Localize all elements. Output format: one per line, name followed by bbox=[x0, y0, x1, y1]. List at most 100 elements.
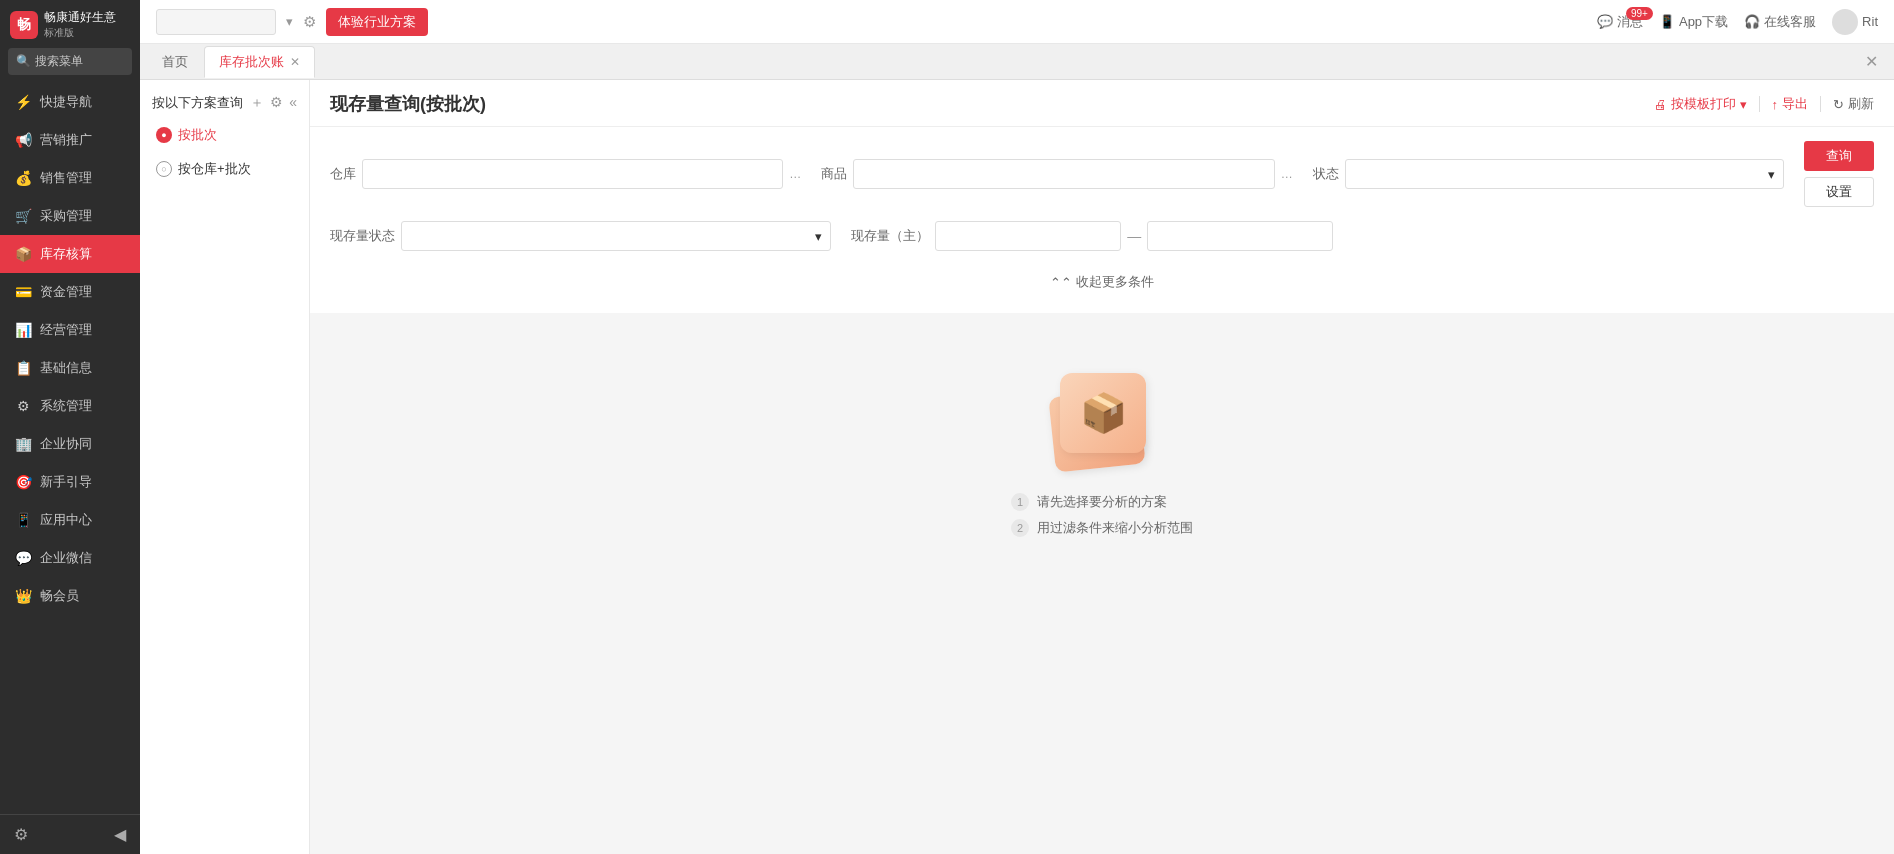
sidebar-footer: ⚙ ◀ bbox=[0, 814, 140, 854]
empty-state: 📦 1 请先选择要分析的方案 2 用过滤条件来缩小分析范围 bbox=[310, 313, 1894, 577]
warehouse-input[interactable] bbox=[362, 159, 783, 189]
filter-status: 状态 ▾ bbox=[1313, 159, 1784, 189]
page-header: 现存量查询(按批次) 🖨 按模板打印 ▾ ↑ 导出 ↻ 刷 bbox=[310, 80, 1894, 127]
goods-input[interactable] bbox=[853, 159, 1274, 189]
scheme-item-batch[interactable]: ● 按批次 bbox=[140, 118, 309, 152]
sidebar-item-label: 系统管理 bbox=[40, 397, 92, 415]
sidebar-item-marketing[interactable]: 📢 营销推广 bbox=[0, 121, 140, 159]
sidebar-item-newbie[interactable]: 🎯 新手引导 bbox=[0, 463, 140, 501]
sidebar-item-label: 资金管理 bbox=[40, 283, 92, 301]
empty-tip-2: 2 用过滤条件来缩小分析范围 bbox=[1011, 519, 1193, 537]
sidebar-item-operations[interactable]: 📊 经营管理 bbox=[0, 311, 140, 349]
sidebar-item-label: 采购管理 bbox=[40, 207, 92, 225]
sidebar-item-wechat[interactable]: 💬 企业微信 bbox=[0, 539, 140, 577]
empty-tip-1: 1 请先选择要分析的方案 bbox=[1011, 493, 1193, 511]
user-name: Rit bbox=[1862, 14, 1878, 29]
user-menu[interactable]: Rit bbox=[1832, 9, 1878, 35]
sidebar-item-member[interactable]: 👑 畅会员 bbox=[0, 577, 140, 615]
app-download-icon: 📱 bbox=[1659, 14, 1675, 29]
tab-close-icon[interactable]: ✕ bbox=[290, 56, 300, 68]
refresh-btn[interactable]: ↻ 刷新 bbox=[1833, 95, 1874, 113]
right-main: 现存量查询(按批次) 🖨 按模板打印 ▾ ↑ 导出 ↻ 刷 bbox=[310, 80, 1894, 854]
collapse-scheme-btn[interactable]: « bbox=[289, 94, 297, 112]
sidebar-item-enterprise[interactable]: 🏢 企业协同 bbox=[0, 425, 140, 463]
inventory-status-dropdown-icon: ▾ bbox=[815, 229, 822, 244]
filter-inventory-status: 现存量状态 ▾ bbox=[330, 221, 831, 251]
brand-info: 畅康通好生意 标准版 bbox=[44, 10, 116, 40]
online-service-label: 在线客服 bbox=[1764, 13, 1816, 31]
brand-name: 畅康通好生意 bbox=[44, 10, 116, 26]
sidebar-item-quick-nav[interactable]: ⚡ 快捷导航 bbox=[0, 83, 140, 121]
sidebar-item-label: 快捷导航 bbox=[40, 93, 92, 111]
status-select[interactable]: ▾ bbox=[1345, 159, 1784, 189]
inventory-status-select[interactable]: ▾ bbox=[401, 221, 831, 251]
sidebar-item-sales[interactable]: 💰 销售管理 bbox=[0, 159, 140, 197]
status-dropdown-icon: ▾ bbox=[1768, 167, 1775, 182]
messages-btn[interactable]: 💬 消息 99+ bbox=[1597, 13, 1643, 31]
add-scheme-btn[interactable]: ＋ bbox=[250, 94, 264, 112]
message-icon: 💬 bbox=[1597, 14, 1613, 29]
message-count: 99+ bbox=[1626, 7, 1653, 20]
app-logo: 畅 bbox=[10, 11, 38, 39]
tip-text-2: 用过滤条件来缩小分析范围 bbox=[1037, 519, 1193, 537]
collapse-more-label: 收起更多条件 bbox=[1076, 273, 1154, 291]
inventory-qty-min[interactable] bbox=[935, 221, 1121, 251]
sidebar-item-basic[interactable]: 📋 基础信息 bbox=[0, 349, 140, 387]
sidebar-item-purchase[interactable]: 🛒 采购管理 bbox=[0, 197, 140, 235]
sidebar-item-label: 新手引导 bbox=[40, 473, 92, 491]
refresh-label: 刷新 bbox=[1848, 95, 1874, 113]
tab-inventory-batch[interactable]: 库存批次账 ✕ bbox=[204, 46, 315, 78]
member-icon: 👑 bbox=[14, 587, 32, 605]
settings-btn[interactable]: 设置 bbox=[1804, 177, 1874, 207]
operations-icon: 📊 bbox=[14, 321, 32, 339]
print-btn[interactable]: 🖨 按模板打印 ▾ bbox=[1654, 95, 1747, 113]
filter-row-2: 现存量状态 ▾ 现存量（主） — bbox=[330, 221, 1874, 251]
warehouse-more-btn[interactable]: … bbox=[789, 167, 801, 181]
wechat-icon: 💬 bbox=[14, 549, 32, 567]
tabbar: 首页 库存批次账 ✕ ✕ bbox=[140, 44, 1894, 80]
collapse-up-icon: ⌃⌃ bbox=[1050, 275, 1072, 290]
tab-home[interactable]: 首页 bbox=[148, 46, 202, 78]
topbar-search-bar[interactable] bbox=[156, 9, 276, 35]
collapse-more-btn[interactable]: ⌃⌃ 收起更多条件 bbox=[330, 265, 1874, 299]
inventory-qty-max[interactable] bbox=[1147, 221, 1333, 251]
tip-text-1: 请先选择要分析的方案 bbox=[1037, 493, 1167, 511]
query-btn[interactable]: 查询 bbox=[1804, 141, 1874, 171]
app-download-btn[interactable]: 📱 App下载 bbox=[1659, 13, 1728, 31]
filter-row-1: 仓库 … 商品 … 状态 ▾ bbox=[330, 141, 1874, 207]
scheme-item-warehouse-batch[interactable]: ○ 按仓库+批次 bbox=[140, 152, 309, 186]
filter-actions: 查询 设置 bbox=[1804, 141, 1874, 207]
online-service-btn[interactable]: 🎧 在线客服 bbox=[1744, 13, 1816, 31]
basic-icon: 📋 bbox=[14, 359, 32, 377]
sidebar-item-label: 企业微信 bbox=[40, 549, 92, 567]
export-btn[interactable]: ↑ 导出 bbox=[1772, 95, 1809, 113]
sidebar-item-appstore[interactable]: 📱 应用中心 bbox=[0, 501, 140, 539]
print-label: 按模板打印 bbox=[1671, 95, 1736, 113]
panel-title: 按以下方案查询 ＋ ⚙ « bbox=[140, 88, 309, 118]
scheme-active-dot: ● bbox=[156, 127, 172, 143]
enterprise-icon: 🏢 bbox=[14, 435, 32, 453]
sidebar-collapse-icon[interactable]: ◀ bbox=[114, 825, 126, 844]
scheme-warehouse-batch-label: 按仓库+批次 bbox=[178, 160, 251, 178]
topbar-gear-icon[interactable]: ⚙ bbox=[303, 13, 316, 31]
purchase-icon: 🛒 bbox=[14, 207, 32, 225]
tab-panel-close-icon[interactable]: ✕ bbox=[1857, 52, 1886, 71]
sidebar-item-finance[interactable]: 💳 资金管理 bbox=[0, 273, 140, 311]
empty-tips: 1 请先选择要分析的方案 2 用过滤条件来缩小分析范围 bbox=[1011, 493, 1193, 537]
search-label: 搜索菜单 bbox=[35, 53, 83, 70]
sidebar-search-btn[interactable]: 🔍 搜索菜单 bbox=[8, 48, 132, 75]
brand-edition: 标准版 bbox=[44, 26, 116, 40]
export-label: 导出 bbox=[1782, 95, 1808, 113]
experience-btn[interactable]: 体验行业方案 bbox=[326, 8, 428, 36]
goods-more-btn[interactable]: … bbox=[1281, 167, 1293, 181]
settings-scheme-btn[interactable]: ⚙ bbox=[270, 94, 283, 112]
dash-icon: — bbox=[1127, 228, 1141, 244]
sidebar-settings-icon[interactable]: ⚙ bbox=[14, 825, 28, 844]
sidebar-nav: ⚡ 快捷导航 📢 营销推广 💰 销售管理 🛒 采购管理 📦 库存核算 💳 资金管… bbox=[0, 83, 140, 814]
page-title: 现存量查询(按批次) bbox=[330, 92, 486, 116]
sidebar-item-inventory[interactable]: 📦 库存核算 bbox=[0, 235, 140, 273]
topbar-dropdown-icon[interactable]: ▾ bbox=[286, 14, 293, 29]
sidebar-item-system[interactable]: ⚙ 系统管理 bbox=[0, 387, 140, 425]
print-dropdown-icon[interactable]: ▾ bbox=[1740, 97, 1747, 112]
filter-warehouse: 仓库 … bbox=[330, 159, 801, 189]
